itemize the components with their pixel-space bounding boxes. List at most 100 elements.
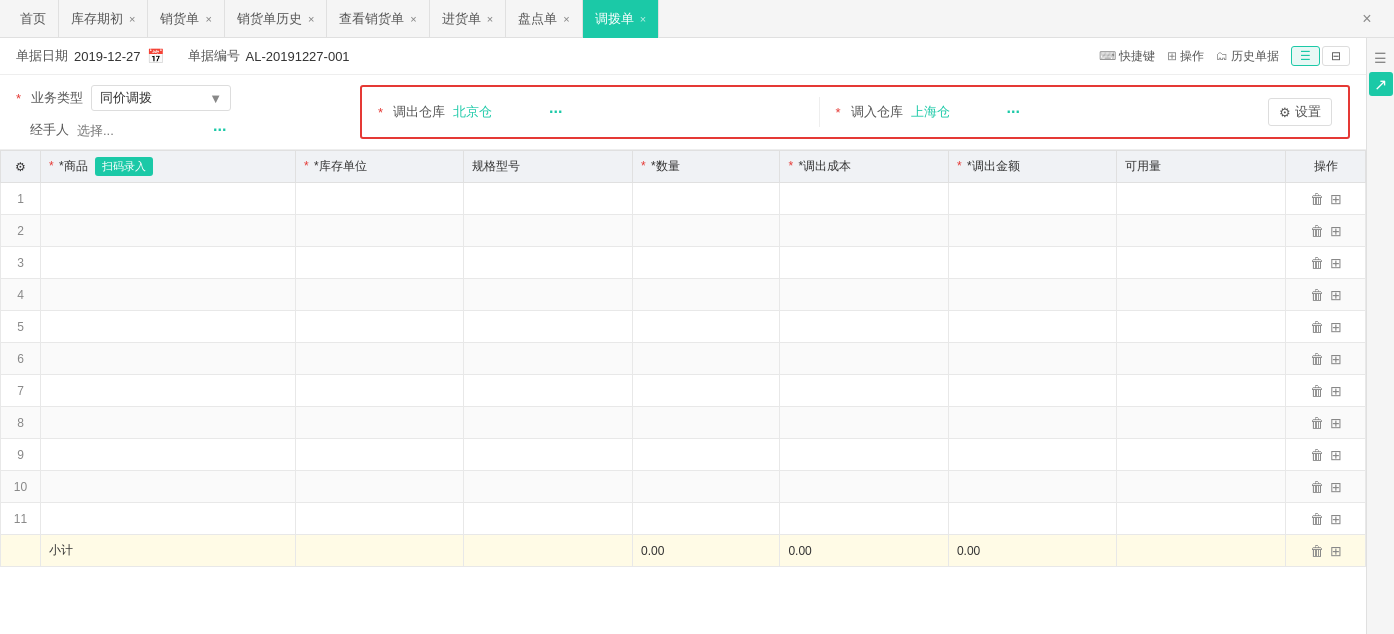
delete-icon[interactable]: 🗑 [1310, 415, 1324, 431]
cell-cost[interactable] [780, 343, 949, 375]
copy-icon[interactable]: ⊞ [1330, 511, 1342, 527]
cell-amount[interactable] [948, 311, 1117, 343]
scan-input-button[interactable]: 扫码录入 [95, 157, 153, 176]
th-gear[interactable]: ⚙ [1, 151, 41, 183]
cell-product[interactable] [41, 343, 296, 375]
table-scroll-area[interactable]: ⚙ * *商品 扫码录入 * *库存单位 规格型号 * *数量 [0, 150, 1366, 634]
cell-spec[interactable] [464, 407, 633, 439]
cell-cost[interactable] [780, 375, 949, 407]
tab-purchase-close[interactable]: × [487, 13, 493, 25]
copy-icon[interactable]: ⊞ [1330, 255, 1342, 271]
cell-unit[interactable] [295, 311, 464, 343]
delete-icon[interactable]: 🗑 [1310, 223, 1324, 239]
tab-home[interactable]: 首页 [8, 0, 59, 38]
subtotal-delete-icon[interactable]: 🗑 [1310, 543, 1324, 559]
cell-available[interactable] [1117, 183, 1286, 215]
cell-spec[interactable] [464, 439, 633, 471]
cell-amount[interactable] [948, 439, 1117, 471]
window-close-button[interactable]: × [1348, 0, 1386, 38]
cell-cost[interactable] [780, 471, 949, 503]
view-mode-list[interactable]: ☰ [1291, 46, 1320, 66]
cell-qty[interactable] [632, 407, 779, 439]
cell-unit[interactable] [295, 407, 464, 439]
cell-product[interactable] [41, 311, 296, 343]
sidebar-list-icon[interactable]: ☰ [1369, 46, 1393, 70]
cell-spec[interactable] [464, 471, 633, 503]
cell-spec[interactable] [464, 279, 633, 311]
cell-product[interactable] [41, 407, 296, 439]
cell-available[interactable] [1117, 471, 1286, 503]
cell-cost[interactable] [780, 247, 949, 279]
shortcuts-button[interactable]: ⌨ 快捷键 [1099, 48, 1155, 65]
copy-icon[interactable]: ⊞ [1330, 223, 1342, 239]
cell-spec[interactable] [464, 343, 633, 375]
tab-sales-history-close[interactable]: × [308, 13, 314, 25]
cell-available[interactable] [1117, 375, 1286, 407]
calendar-icon[interactable]: 📅 [147, 48, 164, 64]
cell-unit[interactable] [295, 503, 464, 535]
cell-spec[interactable] [464, 375, 633, 407]
cell-qty[interactable] [632, 503, 779, 535]
cell-qty[interactable] [632, 343, 779, 375]
cell-qty[interactable] [632, 247, 779, 279]
warehouse-out-more[interactable]: ··· [549, 103, 562, 121]
tab-inventory-open-close[interactable]: × [129, 13, 135, 25]
cell-unit[interactable] [295, 247, 464, 279]
tab-transfer-close[interactable]: × [640, 13, 646, 25]
copy-icon[interactable]: ⊞ [1330, 383, 1342, 399]
copy-icon[interactable]: ⊞ [1330, 319, 1342, 335]
cell-product[interactable] [41, 183, 296, 215]
tab-sales-order-close[interactable]: × [205, 13, 211, 25]
cell-cost[interactable] [780, 407, 949, 439]
cell-qty[interactable] [632, 311, 779, 343]
cell-product[interactable] [41, 471, 296, 503]
cell-unit[interactable] [295, 183, 464, 215]
cell-amount[interactable] [948, 471, 1117, 503]
cell-amount[interactable] [948, 503, 1117, 535]
tab-transfer[interactable]: 调拨单 × [583, 0, 659, 38]
business-type-select[interactable]: 同价调拨 ▼ [91, 85, 231, 111]
cell-qty[interactable] [632, 471, 779, 503]
tab-view-sales[interactable]: 查看销货单 × [327, 0, 429, 38]
cell-spec[interactable] [464, 183, 633, 215]
delete-icon[interactable]: 🗑 [1310, 255, 1324, 271]
cell-unit[interactable] [295, 471, 464, 503]
cell-cost[interactable] [780, 503, 949, 535]
cell-amount[interactable] [948, 375, 1117, 407]
cell-qty[interactable] [632, 215, 779, 247]
cell-available[interactable] [1117, 311, 1286, 343]
copy-icon[interactable]: ⊞ [1330, 447, 1342, 463]
cell-amount[interactable] [948, 279, 1117, 311]
cell-product[interactable] [41, 439, 296, 471]
cell-amount[interactable] [948, 247, 1117, 279]
tab-view-sales-close[interactable]: × [410, 13, 416, 25]
delete-icon[interactable]: 🗑 [1310, 191, 1324, 207]
cell-qty[interactable] [632, 183, 779, 215]
cell-available[interactable] [1117, 343, 1286, 375]
copy-icon[interactable]: ⊞ [1330, 287, 1342, 303]
tab-stocktake-close[interactable]: × [563, 13, 569, 25]
cell-spec[interactable] [464, 215, 633, 247]
cell-amount[interactable] [948, 215, 1117, 247]
cell-unit[interactable] [295, 439, 464, 471]
cell-spec[interactable] [464, 311, 633, 343]
cell-product[interactable] [41, 375, 296, 407]
copy-icon[interactable]: ⊞ [1330, 351, 1342, 367]
delete-icon[interactable]: 🗑 [1310, 319, 1324, 335]
cell-amount[interactable] [948, 183, 1117, 215]
operations-button[interactable]: ⊞ 操作 [1167, 48, 1204, 65]
cell-amount[interactable] [948, 407, 1117, 439]
cell-available[interactable] [1117, 279, 1286, 311]
cell-unit[interactable] [295, 343, 464, 375]
cell-cost[interactable] [780, 183, 949, 215]
tab-inventory-open[interactable]: 库存期初 × [59, 0, 148, 38]
cell-product[interactable] [41, 279, 296, 311]
tab-sales-order[interactable]: 销货单 × [148, 0, 224, 38]
sidebar-export-icon[interactable]: ↗ [1369, 72, 1393, 96]
delete-icon[interactable]: 🗑 [1310, 511, 1324, 527]
view-mode-grid[interactable]: ⊟ [1322, 46, 1350, 66]
cell-available[interactable] [1117, 503, 1286, 535]
cell-spec[interactable] [464, 503, 633, 535]
tab-stocktake[interactable]: 盘点单 × [506, 0, 582, 38]
delete-icon[interactable]: 🗑 [1310, 383, 1324, 399]
